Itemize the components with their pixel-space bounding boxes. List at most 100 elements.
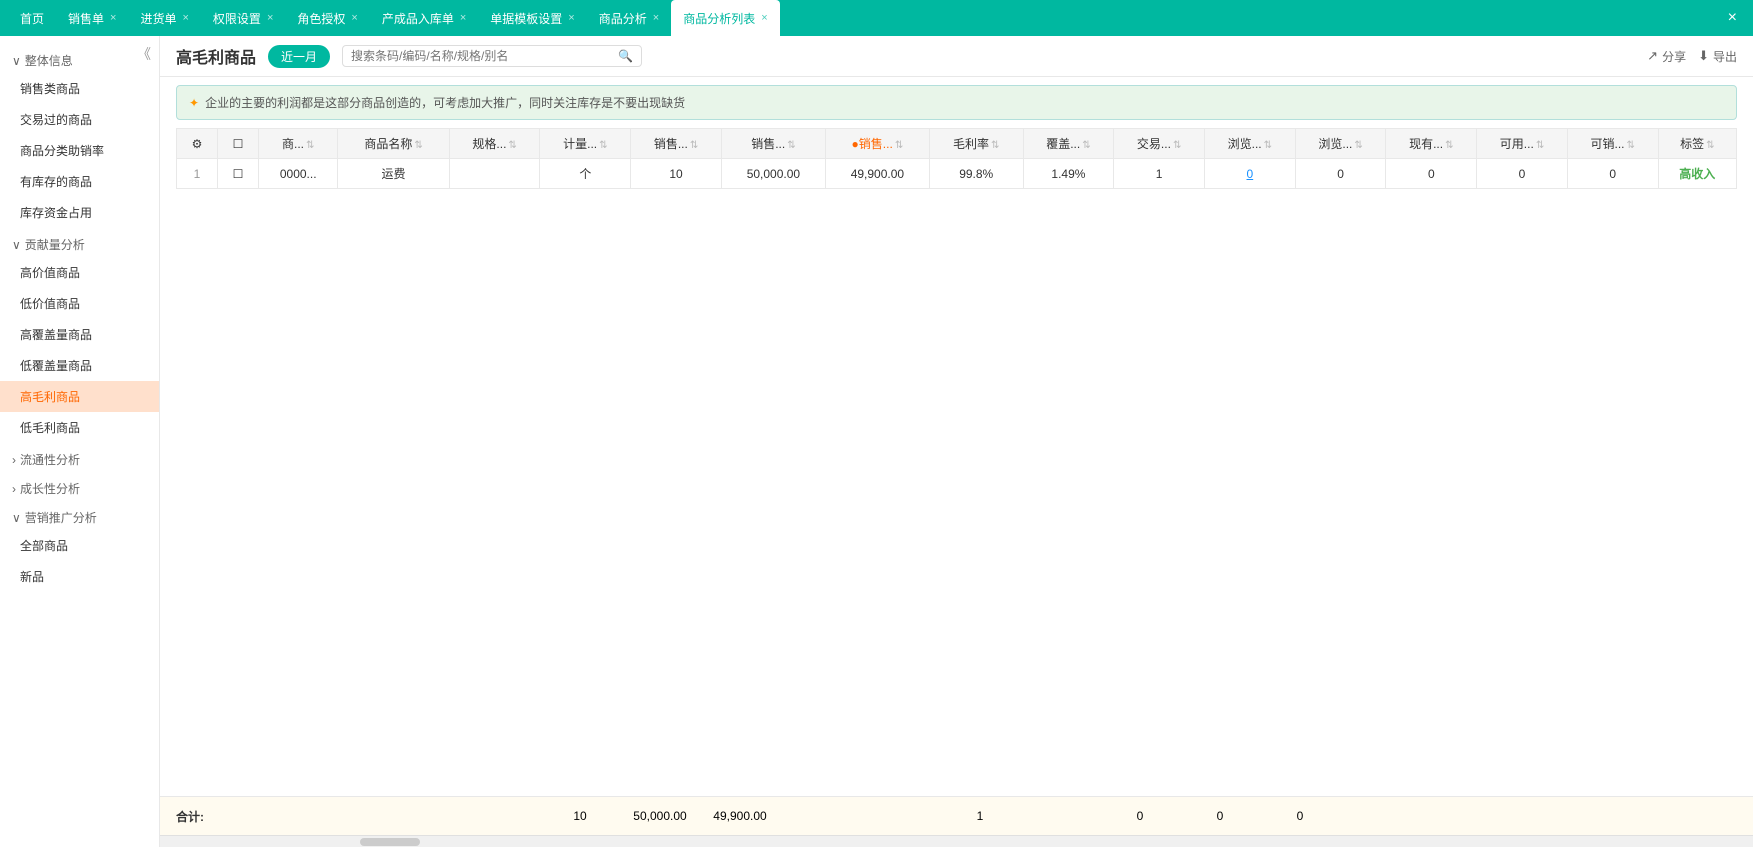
sidebar-item-stocked-goods[interactable]: 有库存的商品 [0,166,159,197]
cell-gross-margin: 99.8% [929,159,1023,189]
cell-saleable-stock: 0 [1567,159,1658,189]
cell-checkbox[interactable]: ☐ [218,159,259,189]
nav-permission-settings[interactable]: 权限设置 × [201,0,285,36]
sidebar-item-traded-goods[interactable]: 交易过的商品 [0,104,159,135]
col-coverage[interactable]: 覆盖...⇅ [1023,129,1114,159]
close-product-analysis-list[interactable]: × [761,12,767,24]
footer-browse2: 0 [1100,805,1180,827]
sidebar-group-arrow-growth: › [12,482,16,496]
scrollbar-thumb[interactable] [360,838,420,846]
share-button[interactable]: ↗ 分享 [1647,48,1686,65]
col-sales-amount[interactable]: 销售...⇅ [721,129,825,159]
sidebar-collapse-btn[interactable]: 《 [137,44,151,64]
cell-current-stock: 0 [1386,159,1477,189]
nav-production-inbound[interactable]: 产成品入库单 × [370,0,478,36]
sidebar-group-flow[interactable]: › 流通性分析 [0,443,159,472]
col-available-stock[interactable]: 可用...⇅ [1477,129,1568,159]
close-template-settings[interactable]: × [568,12,574,24]
col-code[interactable]: 商...⇅ [259,129,338,159]
export-button[interactable]: ⬇ 导出 [1698,48,1737,65]
col-browse2[interactable]: 浏览...⇅ [1295,129,1386,159]
cell-sales-qty: 10 [631,159,722,189]
browse1-link[interactable]: 0 [1247,167,1254,181]
nav-template-settings[interactable]: 单据模板设置 × [478,0,586,36]
nav-purchase-order[interactable]: 进货单 × [128,0,200,36]
sidebar-item-all-goods[interactable]: 全部商品 [0,530,159,561]
sidebar-item-low-value[interactable]: 低价值商品 [0,288,159,319]
close-role-auth[interactable]: × [351,12,357,24]
cell-available-stock: 0 [1477,159,1568,189]
export-icon: ⬇ [1698,48,1709,64]
footer-available-stock: 0 [1260,805,1340,827]
col-settings[interactable]: ⚙ [177,129,218,159]
sidebar-group-arrow-contribution: ∨ [12,238,21,252]
cell-spec [449,159,540,189]
sidebar-item-high-value[interactable]: 高价值商品 [0,257,159,288]
sidebar-item-new-goods[interactable]: 新品 [0,561,159,592]
cell-name: 运费 [338,159,449,189]
sidebar-item-high-margin[interactable]: 高毛利商品 [0,381,159,412]
footer-sales-amount: 50,000.00 [620,805,700,827]
top-navigation: 首页 销售单 × 进货单 × 权限设置 × 角色授权 × 产成品入库单 × 单据… [0,0,1753,36]
close-all-tabs[interactable]: × [1720,9,1745,27]
search-input[interactable] [351,49,612,63]
close-production-inbound[interactable]: × [460,12,466,24]
sidebar-group-growth[interactable]: › 成长性分析 [0,472,159,501]
sidebar: 《 ∨ 整体信息 销售类商品 交易过的商品 商品分类助销率 有库存的商品 库存资… [0,36,160,847]
horizontal-scrollbar[interactable] [160,835,1753,847]
col-transaction[interactable]: 交易...⇅ [1114,129,1205,159]
cell-browse1: 0 [1204,159,1295,189]
close-purchase-order[interactable]: × [182,12,188,24]
close-product-analysis[interactable]: × [653,12,659,24]
nav-product-analysis-list[interactable]: 商品分析列表 × [671,0,779,36]
nav-product-analysis[interactable]: 商品分析 × [587,0,671,36]
sidebar-item-sales-goods[interactable]: 销售类商品 [0,73,159,104]
share-icon: ↗ [1647,48,1658,64]
footer-current-stock: 0 [1180,805,1260,827]
col-gross-margin[interactable]: 毛利率⇅ [929,129,1023,159]
col-tag[interactable]: 标签⇅ [1658,129,1736,159]
content-area: 高毛利商品 近一月 🔍 ↗ 分享 ⬇ 导出 ✦ 企业的主要的利润都是这部分商品创… [160,36,1753,847]
cell-browse2: 0 [1295,159,1386,189]
nav-home[interactable]: 首页 [8,0,56,36]
sidebar-item-high-coverage[interactable]: 高覆盖量商品 [0,319,159,350]
search-icon[interactable]: 🔍 [618,49,633,63]
col-current-stock[interactable]: 现有...⇅ [1386,129,1477,159]
sidebar-item-low-coverage[interactable]: 低覆盖量商品 [0,350,159,381]
sidebar-item-category-assist[interactable]: 商品分类助销率 [0,135,159,166]
tip-icon: ✦ [189,96,199,110]
footer-spacer3 [860,805,940,827]
col-checkbox[interactable]: ☐ [218,129,259,159]
sidebar-item-stock-capital[interactable]: 库存资金占用 [0,197,159,228]
cell-tag: 高收入 [1658,159,1736,189]
close-sales-order[interactable]: × [110,12,116,24]
sidebar-group-overall[interactable]: ∨ 整体信息 [0,44,159,73]
filter-recent-month[interactable]: 近一月 [268,45,330,68]
footer-transaction: 1 [940,805,1020,827]
close-permission-settings[interactable]: × [267,12,273,24]
sidebar-group-contribution[interactable]: ∨ 贡献量分析 [0,228,159,257]
col-name[interactable]: 商品名称⇅ [338,129,449,159]
col-sales-qty[interactable]: 销售...⇅ [631,129,722,159]
footer-totals: 合计: 10 50,000.00 49,900.00 1 0 0 0 [160,796,1753,835]
sidebar-item-low-margin[interactable]: 低毛利商品 [0,412,159,443]
data-table: ⚙ ☐ 商...⇅ 商品名称⇅ 规格...⇅ 计量...⇅ 销售...⇅ 销售.… [176,128,1737,189]
sidebar-group-arrow-overall: ∨ [12,54,21,68]
info-banner: ✦ 企业的主要的利润都是这部分商品创造的，可考虑加大推广，同时关注库存是不要出现… [176,85,1737,120]
col-saleable-stock[interactable]: 可销...⇅ [1567,129,1658,159]
nav-sales-order[interactable]: 销售单 × [56,0,128,36]
col-unit[interactable]: 计量...⇅ [540,129,631,159]
sidebar-group-arrow-marketing: ∨ [12,511,21,525]
page-title: 高毛利商品 [176,44,256,68]
footer-spacer2 [780,805,860,827]
col-browse1[interactable]: 浏览...⇅ [1204,129,1295,159]
footer-spacer1 [220,805,540,827]
col-spec[interactable]: 规格...⇅ [449,129,540,159]
cell-coverage: 1.49% [1023,159,1114,189]
footer-values: 10 50,000.00 49,900.00 1 0 0 0 [220,805,1737,827]
table-header-row: ⚙ ☐ 商...⇅ 商品名称⇅ 规格...⇅ 计量...⇅ 销售...⇅ 销售.… [177,129,1737,159]
col-sales-profit[interactable]: ●销售...⇅ [825,129,929,159]
sidebar-group-marketing[interactable]: ∨ 营销推广分析 [0,501,159,530]
nav-role-auth[interactable]: 角色授权 × [285,0,369,36]
sidebar-group-arrow-flow: › [12,453,16,467]
